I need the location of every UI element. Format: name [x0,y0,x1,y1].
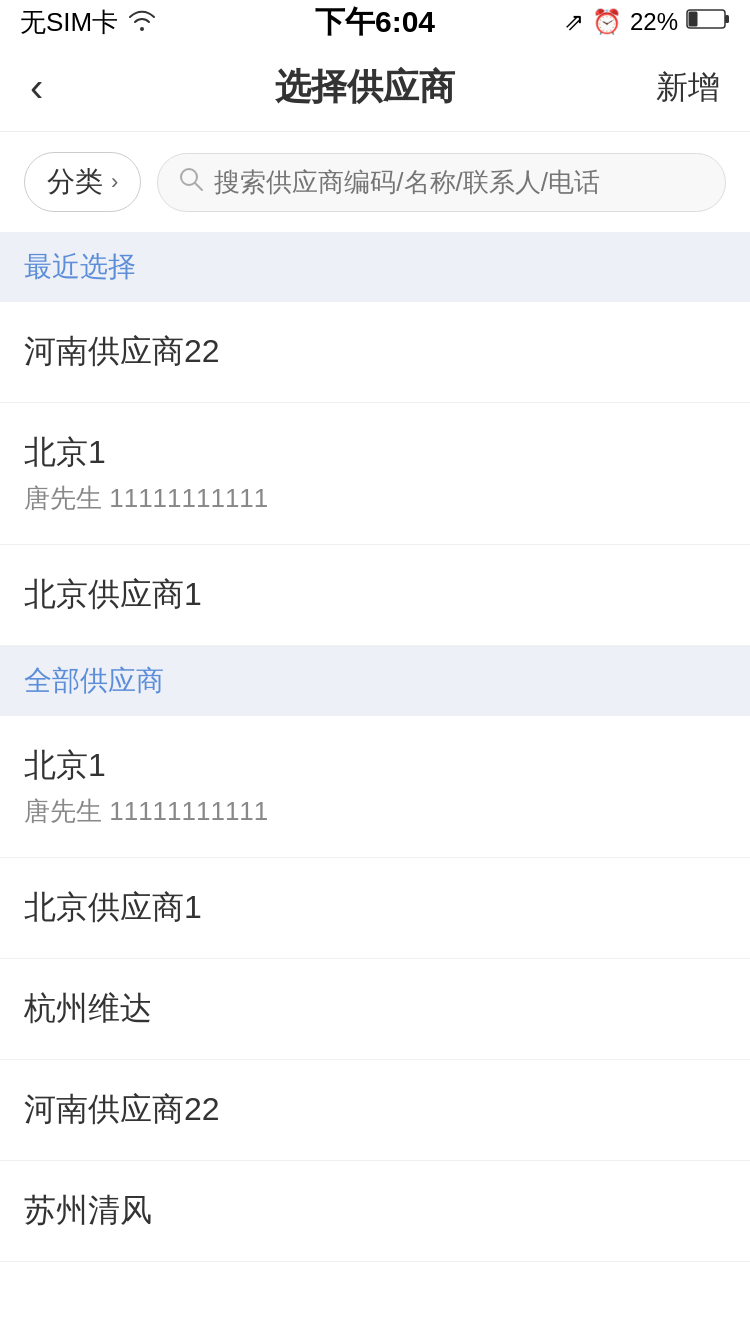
search-box [157,153,726,212]
page-title: 选择供应商 [90,63,640,112]
item-name: 杭州维达 [24,987,726,1031]
item-sub: 唐先生 11111111111 [24,794,726,829]
recent-list: 河南供应商22 北京1 唐先生 11111111111 北京供应商1 [0,302,750,646]
battery-percent: 22% [630,8,678,36]
list-item[interactable]: 北京1 唐先生 11111111111 [0,716,750,858]
search-icon [178,166,204,199]
item-sub: 唐先生 11111111111 [24,481,726,516]
search-input[interactable] [214,167,705,198]
alarm-icon: ⏰ [592,8,622,36]
list-item[interactable]: 杭州维达 [0,959,750,1060]
battery-icon [686,8,730,36]
item-name: 北京供应商1 [24,573,726,617]
status-right-icons: ⇗ ⏰ 22% [564,8,730,36]
svg-line-4 [195,183,202,190]
all-section-label: 全部供应商 [24,665,164,696]
category-label: 分类 [47,163,103,201]
item-name: 北京1 [24,744,726,788]
location-icon: ⇗ [564,8,584,36]
chevron-right-icon: › [111,169,118,195]
item-name: 河南供应商22 [24,1088,726,1132]
list-item[interactable]: 苏州清风 [0,1161,750,1262]
wifi-icon [128,7,156,38]
item-name: 北京供应商1 [24,886,726,930]
status-bar: 无SIM卡 下午6:04 ⇗ ⏰ 22% [0,0,750,44]
nav-bar: ‹ 选择供应商 新增 [0,44,750,132]
category-button[interactable]: 分类 › [24,152,141,212]
list-item[interactable]: 北京供应商1 [0,545,750,646]
all-section-header: 全部供应商 [0,646,750,716]
svg-rect-1 [725,15,729,23]
recent-section-header: 最近选择 [0,232,750,302]
item-name: 河南供应商22 [24,330,726,374]
carrier-text: 无SIM卡 [20,5,118,40]
status-time: 下午6:04 [315,2,435,43]
list-item[interactable]: 河南供应商22 [0,302,750,403]
all-list: 北京1 唐先生 11111111111 北京供应商1 杭州维达河南供应商22 苏州清风 [0,716,750,1262]
item-name: 北京1 [24,431,726,475]
list-item[interactable]: 北京1 唐先生 11111111111 [0,403,750,545]
add-button[interactable]: 新增 [640,66,720,110]
item-name: 苏州清风 [24,1189,726,1233]
recent-section-label: 最近选择 [24,251,136,282]
status-carrier: 无SIM卡 [20,5,156,40]
svg-rect-2 [689,12,698,27]
back-button[interactable]: ‹ [30,65,90,110]
list-item[interactable]: 河南供应商22 [0,1060,750,1161]
filter-bar: 分类 › [0,132,750,232]
list-item[interactable]: 北京供应商1 [0,858,750,959]
